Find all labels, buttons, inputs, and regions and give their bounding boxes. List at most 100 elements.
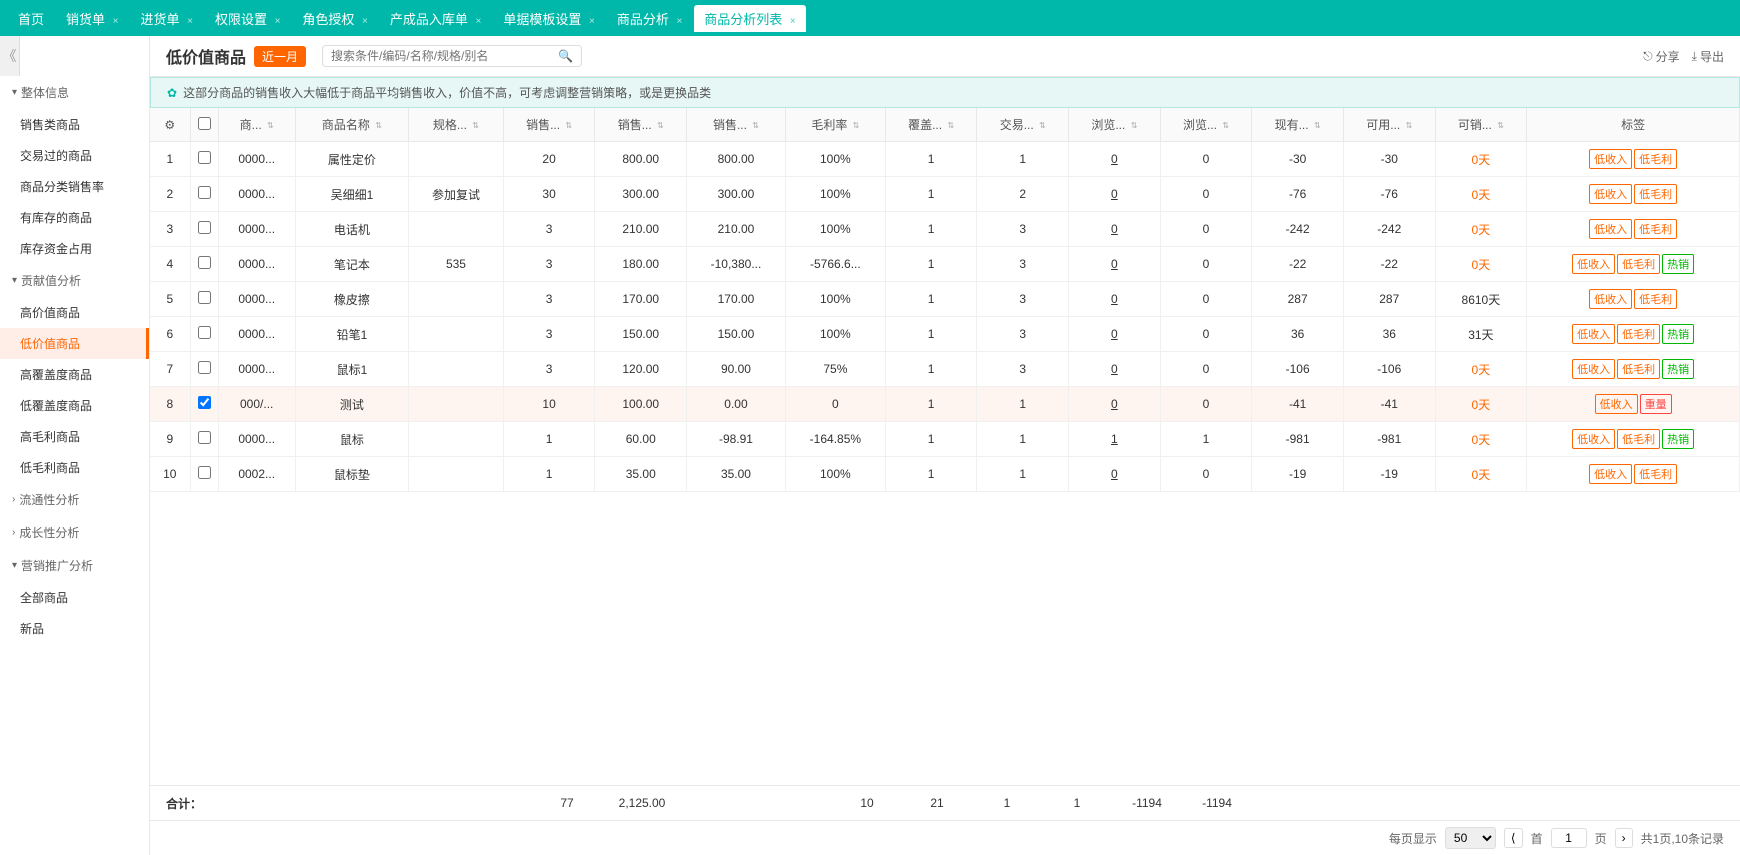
- row-checkbox[interactable]: [198, 256, 211, 269]
- col-margin[interactable]: 毛利率 ⇅: [785, 108, 885, 142]
- browse1-link[interactable]: 0: [1111, 327, 1118, 341]
- browse1-link[interactable]: 0: [1111, 222, 1118, 236]
- sidebar-item-high-margin[interactable]: 高毛利商品: [0, 421, 149, 452]
- sidebar-item-traded[interactable]: 交易过的商品: [0, 140, 149, 171]
- col-code[interactable]: 商... ⇅: [218, 108, 295, 142]
- col-browse2[interactable]: 浏览... ⇅: [1160, 108, 1252, 142]
- cell-checkbox[interactable]: [190, 282, 218, 317]
- col-trade[interactable]: 交易... ⇅: [977, 108, 1069, 142]
- cell-browse1[interactable]: 0: [1069, 142, 1161, 177]
- col-browse1[interactable]: 浏览... ⇅: [1069, 108, 1161, 142]
- nav-permission-close[interactable]: ×: [275, 16, 281, 27]
- date-filter-btn[interactable]: 近一月: [254, 46, 306, 67]
- row-checkbox[interactable]: [198, 431, 211, 444]
- cell-checkbox[interactable]: [190, 387, 218, 422]
- row-checkbox[interactable]: [198, 221, 211, 234]
- sidebar-item-low-margin[interactable]: 低毛利商品: [0, 452, 149, 483]
- row-checkbox[interactable]: [198, 291, 211, 304]
- sidebar-item-in-stock[interactable]: 有库存的商品: [0, 202, 149, 233]
- col-name[interactable]: 商品名称 ⇅: [295, 108, 408, 142]
- col-sale1[interactable]: 销售... ⇅: [503, 108, 595, 142]
- nav-sales-close[interactable]: ×: [113, 16, 119, 27]
- select-all-checkbox[interactable]: [198, 117, 211, 130]
- sidebar-section-overall[interactable]: ▾ 整体信息: [0, 76, 149, 109]
- nav-template[interactable]: 单据模板设置 ×: [493, 5, 604, 32]
- nav-purchase[interactable]: 进货单 ×: [130, 5, 202, 32]
- nav-stock[interactable]: 产成品入库单 ×: [380, 5, 491, 32]
- col-saleable[interactable]: 可销... ⇅: [1435, 108, 1527, 142]
- cell-browse1[interactable]: 0: [1069, 247, 1161, 282]
- nav-template-close[interactable]: ×: [589, 16, 595, 27]
- cell-browse1[interactable]: 0: [1069, 282, 1161, 317]
- col-cover[interactable]: 覆盖... ⇅: [885, 108, 977, 142]
- cell-browse1[interactable]: 0: [1069, 177, 1161, 212]
- row-checkbox[interactable]: [198, 326, 211, 339]
- cell-browse1[interactable]: 0: [1069, 317, 1161, 352]
- sidebar-item-low-coverage[interactable]: 低覆盖度商品: [0, 390, 149, 421]
- sidebar-collapse-btn[interactable]: 《: [0, 36, 20, 76]
- cell-browse1[interactable]: 0: [1069, 457, 1161, 492]
- sidebar-item-stock-capital[interactable]: 库存资金占用: [0, 233, 149, 264]
- cell-browse1[interactable]: 0: [1069, 387, 1161, 422]
- sidebar-item-new-goods[interactable]: 新品: [0, 613, 149, 644]
- browse1-link[interactable]: 0: [1111, 187, 1118, 201]
- browse1-link[interactable]: 0: [1111, 152, 1118, 166]
- row-checkbox[interactable]: [198, 151, 211, 164]
- nav-stock-close[interactable]: ×: [476, 16, 482, 27]
- cell-checkbox[interactable]: [190, 422, 218, 457]
- row-checkbox[interactable]: [198, 361, 211, 374]
- cell-browse1[interactable]: 0: [1069, 352, 1161, 387]
- export-btn[interactable]: ⤓ 导出: [1692, 48, 1724, 65]
- col-sale2[interactable]: 销售... ⇅: [595, 108, 687, 142]
- col-checkbox[interactable]: [190, 108, 218, 142]
- nav-analysis-list[interactable]: 商品分析列表 ×: [694, 5, 805, 32]
- nav-role[interactable]: 角色授权 ×: [292, 5, 377, 32]
- sidebar-item-sales-goods[interactable]: 销售类商品: [0, 109, 149, 140]
- share-btn[interactable]: ⎋ 分享: [1643, 48, 1680, 65]
- search-icon[interactable]: 🔍: [558, 49, 573, 63]
- cell-browse1[interactable]: 0: [1069, 212, 1161, 247]
- sidebar-item-category-rate[interactable]: 商品分类销售率: [0, 171, 149, 202]
- sidebar-section-contribution[interactable]: ▾ 贡献值分析: [0, 264, 149, 297]
- sidebar-section-marketing[interactable]: ▾ 营销推广分析: [0, 549, 149, 582]
- col-spec[interactable]: 规格... ⇅: [409, 108, 504, 142]
- current-page-input[interactable]: [1551, 828, 1587, 848]
- cell-checkbox[interactable]: [190, 142, 218, 177]
- next-page-btn[interactable]: ›: [1615, 828, 1633, 848]
- nav-role-close[interactable]: ×: [362, 16, 368, 27]
- table-container[interactable]: ⚙ 商... ⇅ 商品名称 ⇅ 规格... ⇅ 销售... ⇅ 销售... ⇅ …: [150, 108, 1740, 785]
- browse1-link[interactable]: 0: [1111, 362, 1118, 376]
- first-page-btn[interactable]: ⟨: [1504, 828, 1523, 848]
- search-box[interactable]: 🔍: [322, 45, 582, 67]
- cell-checkbox[interactable]: [190, 317, 218, 352]
- nav-home[interactable]: 首页: [8, 5, 54, 32]
- nav-permission[interactable]: 权限设置 ×: [205, 5, 290, 32]
- search-input[interactable]: [331, 49, 554, 63]
- cell-checkbox[interactable]: [190, 212, 218, 247]
- cell-checkbox[interactable]: [190, 352, 218, 387]
- col-current[interactable]: 现有... ⇅: [1252, 108, 1344, 142]
- sidebar-item-all-goods[interactable]: 全部商品: [0, 582, 149, 613]
- sidebar-section-flow[interactable]: › 流通性分析: [0, 483, 149, 516]
- nav-sales[interactable]: 销货单 ×: [56, 5, 128, 32]
- col-tags[interactable]: 标签: [1527, 108, 1740, 142]
- browse1-link[interactable]: 0: [1111, 292, 1118, 306]
- cell-browse1[interactable]: 1: [1069, 422, 1161, 457]
- browse1-link[interactable]: 0: [1111, 467, 1118, 481]
- cell-checkbox[interactable]: [190, 457, 218, 492]
- nav-analysis-close[interactable]: ×: [676, 16, 682, 27]
- browse1-link[interactable]: 0: [1111, 397, 1118, 411]
- sidebar-section-growth[interactable]: › 成长性分析: [0, 516, 149, 549]
- page-size-select[interactable]: 50 20 100: [1445, 827, 1496, 849]
- sidebar-item-high-coverage[interactable]: 高覆盖度商品: [0, 359, 149, 390]
- cell-checkbox[interactable]: [190, 247, 218, 282]
- nav-purchase-close[interactable]: ×: [187, 16, 193, 27]
- sidebar-item-high-value[interactable]: 高价值商品: [0, 297, 149, 328]
- row-checkbox[interactable]: [198, 186, 211, 199]
- browse1-link[interactable]: 1: [1111, 432, 1118, 446]
- row-checkbox[interactable]: [198, 466, 211, 479]
- row-checkbox[interactable]: [198, 396, 211, 409]
- col-sale3[interactable]: 销售... ⇅: [687, 108, 786, 142]
- sidebar-item-low-value[interactable]: 低价值商品: [0, 328, 149, 359]
- nav-analysis-list-close[interactable]: ×: [790, 16, 796, 27]
